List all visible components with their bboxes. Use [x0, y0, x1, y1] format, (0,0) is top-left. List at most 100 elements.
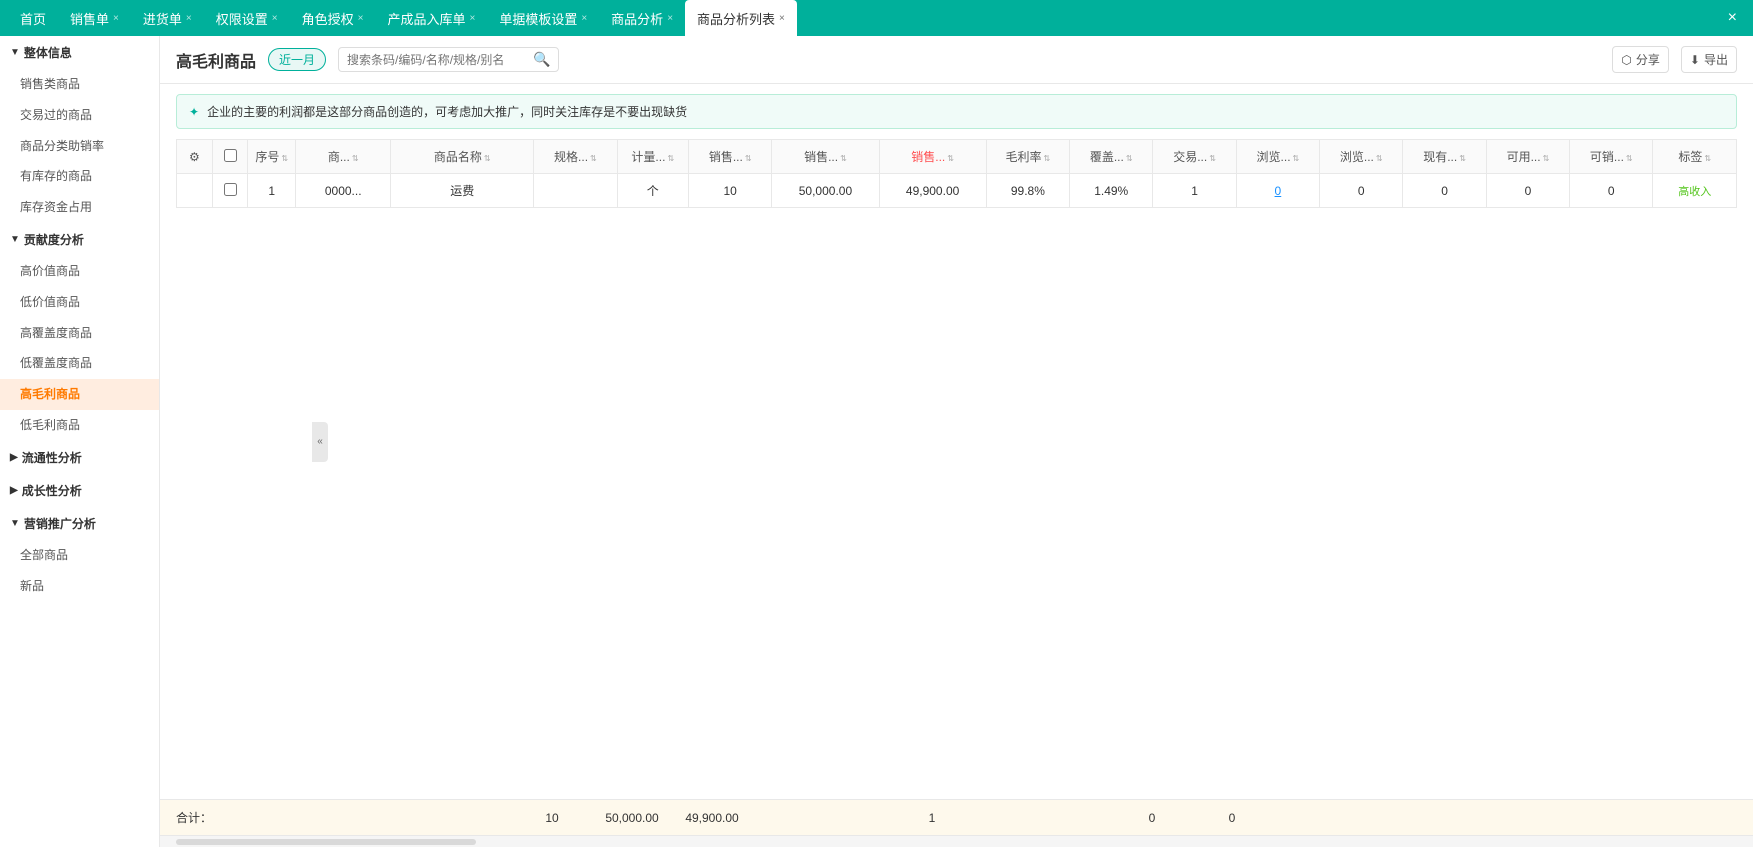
nav-tab-template[interactable]: 单据模板设置 × — [487, 0, 599, 36]
sidebar-section-growth[interactable]: ▶ 成长性分析 — [0, 474, 159, 507]
cell-checkbox[interactable] — [212, 174, 248, 208]
close-all-button[interactable]: × — [1720, 5, 1745, 31]
data-table: ⚙ 序号⇅ 商...⇅ 商品名称⇅ 规格...⇅ 计量...⇅ 销售...⇅ 销… — [176, 139, 1737, 208]
nav-tab-role[interactable]: 角色授权 × — [290, 0, 376, 36]
col-name: 商品名称⇅ — [391, 140, 534, 174]
main-layout: ▼ 整体信息 销售类商品 交易过的商品 商品分类助销率 有库存的商品 库存资金占… — [0, 36, 1753, 847]
sidebar-item-high-margin[interactable]: 高毛利商品 — [0, 379, 159, 410]
cell-sellable: 0 — [1570, 174, 1653, 208]
close-icon[interactable]: × — [358, 13, 364, 24]
info-banner: ✦ 企业的主要的利润都是这部分商品创造的，可考虑加大推广，同时关注库存是不要出现… — [176, 94, 1737, 129]
chevron-right-icon: ▶ — [10, 485, 18, 496]
close-icon[interactable]: × — [186, 13, 192, 24]
table-row: 1 0000... 运费 个 10 50,000.00 49,900.00 99… — [177, 174, 1737, 208]
export-icon: ⬇ — [1690, 53, 1700, 67]
cell-gross-margin: 99.8% — [986, 174, 1069, 208]
sidebar-item-traded-goods[interactable]: 交易过的商品 — [0, 100, 159, 131]
export-button[interactable]: ⬇ 导出 — [1681, 46, 1737, 73]
close-icon[interactable]: × — [779, 13, 785, 24]
share-icon: ⬡ — [1621, 53, 1631, 67]
sidebar-item-sales-goods[interactable]: 销售类商品 — [0, 69, 159, 100]
sidebar-item-goods-in-stock[interactable]: 有库存的商品 — [0, 161, 159, 192]
sidebar: ▼ 整体信息 销售类商品 交易过的商品 商品分类助销率 有库存的商品 库存资金占… — [0, 36, 160, 847]
nav-tab-home[interactable]: 首页 — [8, 0, 58, 36]
footer-sales-amt: 50,000.00 — [592, 811, 672, 825]
content-area: 高毛利商品 近一月 🔍 ⬡ 分享 ⬇ 导出 ✦ 企业的主要的利润都是这部分商品创… — [160, 36, 1753, 847]
col-coverage: 覆盖...⇅ — [1070, 140, 1153, 174]
col-sellable: 可销...⇅ — [1570, 140, 1653, 174]
share-button[interactable]: ⬡ 分享 — [1612, 46, 1669, 73]
sidebar-collapse-button[interactable]: « — [312, 422, 328, 462]
cell-tag: 高收入 — [1653, 174, 1737, 208]
chevron-down-icon: ▼ — [10, 234, 20, 245]
cell-available: 0 — [1486, 174, 1569, 208]
col-unit: 计量...⇅ — [617, 140, 688, 174]
chevron-right-icon: ▶ — [10, 452, 18, 463]
col-browse2: 浏览...⇅ — [1320, 140, 1403, 174]
cell-settings — [177, 174, 213, 208]
nav-tab-product-analysis-list[interactable]: 商品分析列表 × — [685, 0, 797, 36]
col-settings[interactable]: ⚙ — [177, 140, 213, 174]
sidebar-section-liquidity[interactable]: ▶ 流通性分析 — [0, 441, 159, 474]
sidebar-item-high-coverage[interactable]: 高覆盖度商品 — [0, 318, 159, 349]
footer-label: 合计： — [176, 809, 212, 826]
info-icon: ✦ — [189, 105, 199, 119]
search-icon[interactable]: 🔍 — [533, 51, 550, 68]
col-tag: 标签⇅ — [1653, 140, 1737, 174]
table-container: ⚙ 序号⇅ 商...⇅ 商品名称⇅ 规格...⇅ 计量...⇅ 销售...⇅ 销… — [160, 139, 1753, 799]
col-spec: 规格...⇅ — [534, 140, 617, 174]
close-icon[interactable]: × — [667, 13, 673, 24]
cell-browse1[interactable]: 0 — [1236, 174, 1319, 208]
select-all-checkbox[interactable] — [224, 149, 237, 162]
cell-spec — [534, 174, 617, 208]
sidebar-section-contribution[interactable]: ▼ 贡献度分析 — [0, 223, 159, 256]
close-icon[interactable]: × — [469, 13, 475, 24]
col-code: 商...⇅ — [296, 140, 391, 174]
cell-transaction: 1 — [1153, 174, 1236, 208]
cell-code: 0000... — [296, 174, 391, 208]
col-checkbox — [212, 140, 248, 174]
col-gross-margin: 毛利率⇅ — [986, 140, 1069, 174]
cell-unit: 个 — [617, 174, 688, 208]
sidebar-item-low-margin[interactable]: 低毛利商品 — [0, 410, 159, 441]
footer-transaction: 1 — [892, 811, 972, 825]
tag-label: 高收入 — [1678, 186, 1711, 198]
sidebar-section-marketing[interactable]: ▼ 营销推广分析 — [0, 507, 159, 540]
col-available: 可用...⇅ — [1486, 140, 1569, 174]
cell-sales-amt: 50,000.00 — [772, 174, 879, 208]
cell-current-stock: 0 — [1403, 174, 1486, 208]
nav-tab-purchase[interactable]: 进货单 × — [131, 0, 204, 36]
close-icon[interactable]: × — [272, 13, 278, 24]
nav-tab-finished-goods[interactable]: 产成品入库单 × — [375, 0, 487, 36]
sidebar-item-category-sales-rate[interactable]: 商品分类助销率 — [0, 131, 159, 162]
sidebar-item-all-goods[interactable]: 全部商品 — [0, 540, 159, 571]
cell-coverage: 1.49% — [1070, 174, 1153, 208]
cell-sales-profit: 49,900.00 — [879, 174, 986, 208]
sidebar-section-overall[interactable]: ▼ 整体信息 — [0, 36, 159, 69]
col-browse1: 浏览...⇅ — [1236, 140, 1319, 174]
nav-tab-product-analysis[interactable]: 商品分析 × — [599, 0, 685, 36]
nav-tab-sales[interactable]: 销售单 × — [58, 0, 131, 36]
horizontal-scrollbar[interactable] — [160, 835, 1753, 847]
sidebar-item-stock-capital[interactable]: 库存资金占用 — [0, 192, 159, 223]
search-input[interactable] — [347, 53, 527, 67]
footer-available: 0 — [1112, 811, 1192, 825]
col-current-stock: 现有...⇅ — [1403, 140, 1486, 174]
sidebar-item-low-coverage[interactable]: 低覆盖度商品 — [0, 348, 159, 379]
col-sales-profit: 销售...⇅ — [879, 140, 986, 174]
cell-name: 运费 — [391, 174, 534, 208]
footer-sellable: 0 — [1192, 811, 1272, 825]
sidebar-item-low-value[interactable]: 低价值商品 — [0, 287, 159, 318]
sidebar-item-new-goods[interactable]: 新品 — [0, 571, 159, 602]
nav-tab-permission[interactable]: 权限设置 × — [204, 0, 290, 36]
row-checkbox[interactable] — [224, 183, 237, 196]
scrollbar-thumb[interactable] — [176, 839, 476, 845]
filter-month-button[interactable]: 近一月 — [268, 48, 326, 71]
close-icon[interactable]: × — [113, 13, 119, 24]
close-icon[interactable]: × — [581, 13, 587, 24]
table-footer: 合计： 10 50,000.00 49,900.00 1 0 0 — [160, 799, 1753, 835]
cell-sales-qty: 10 — [689, 174, 772, 208]
col-transaction: 交易...⇅ — [1153, 140, 1236, 174]
sidebar-item-high-value[interactable]: 高价值商品 — [0, 256, 159, 287]
page-title: 高毛利商品 — [176, 48, 256, 72]
